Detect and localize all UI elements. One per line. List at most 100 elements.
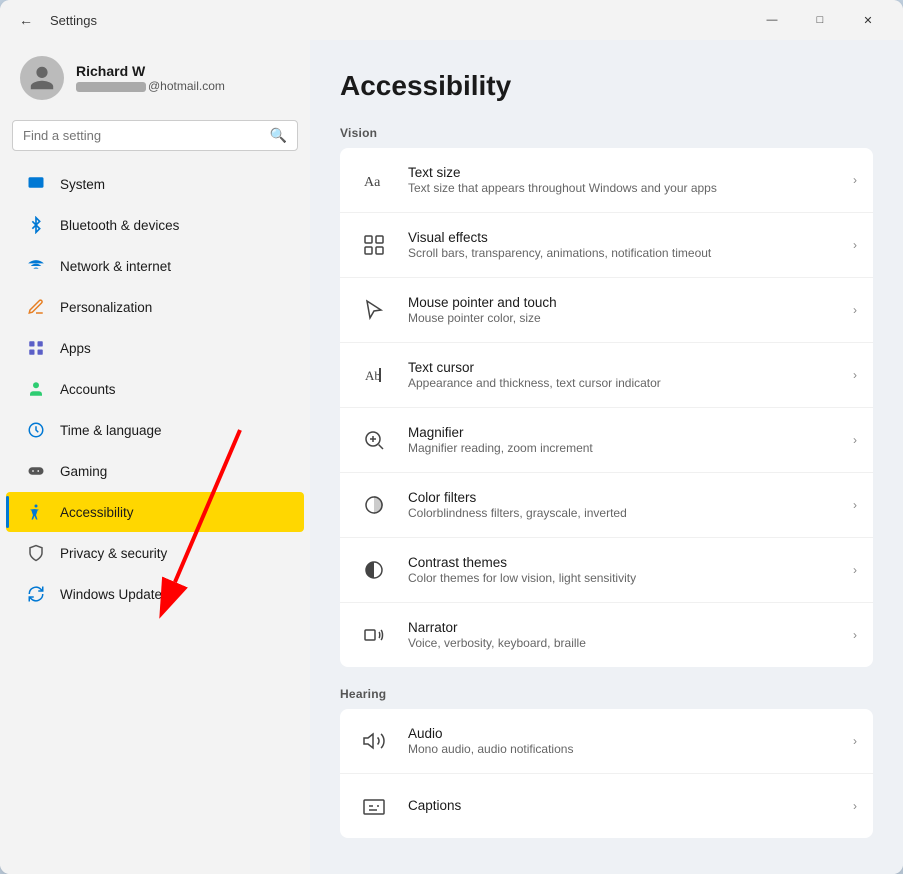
- text-size-text: Text size Text size that appears through…: [408, 165, 837, 195]
- search-icon: 🔍: [270, 127, 287, 144]
- sidebar-item-accessibility-label: Accessibility: [60, 505, 134, 520]
- sidebar-item-privacy[interactable]: Privacy & security: [6, 533, 304, 573]
- sidebar-nav: System Bluetooth & devices Network & int…: [0, 163, 310, 615]
- sidebar-item-apps-label: Apps: [60, 341, 91, 356]
- narrator-chevron: ›: [853, 628, 857, 642]
- close-button[interactable]: ✕: [845, 4, 891, 36]
- narrator-title: Narrator: [408, 620, 837, 635]
- personalization-icon: [26, 297, 46, 317]
- title-bar-left: ← Settings: [12, 6, 749, 34]
- search-box[interactable]: 🔍: [12, 120, 298, 151]
- accounts-icon: [26, 379, 46, 399]
- mouse-pointer-desc: Mouse pointer color, size: [408, 311, 837, 325]
- privacy-icon: [26, 543, 46, 563]
- text-cursor-title: Text cursor: [408, 360, 837, 375]
- sidebar-item-privacy-label: Privacy & security: [60, 546, 167, 561]
- color-filters-title: Color filters: [408, 490, 837, 505]
- contrast-themes-title: Contrast themes: [408, 555, 837, 570]
- magnifier-desc: Magnifier reading, zoom increment: [408, 441, 837, 455]
- user-email: @hotmail.com: [76, 79, 225, 93]
- sidebar-item-gaming[interactable]: Gaming: [6, 451, 304, 491]
- audio-chevron: ›: [853, 734, 857, 748]
- settings-item-contrast-themes[interactable]: Contrast themes Color themes for low vis…: [340, 538, 873, 603]
- sidebar-item-accessibility[interactable]: Accessibility: [6, 492, 304, 532]
- sidebar-item-network[interactable]: Network & internet: [6, 246, 304, 286]
- color-filters-text: Color filters Colorblindness filters, gr…: [408, 490, 837, 520]
- visual-effects-title: Visual effects: [408, 230, 837, 245]
- vision-section-label: Vision: [340, 126, 873, 140]
- svg-text:Ab: Ab: [365, 368, 381, 383]
- settings-item-narrator[interactable]: Narrator Voice, verbosity, keyboard, bra…: [340, 603, 873, 667]
- text-size-title: Text size: [408, 165, 837, 180]
- captions-title: Captions: [408, 798, 837, 813]
- contrast-themes-chevron: ›: [853, 563, 857, 577]
- audio-text: Audio Mono audio, audio notifications: [408, 726, 837, 756]
- minimize-button[interactable]: —: [749, 4, 795, 36]
- sidebar-item-network-label: Network & internet: [60, 259, 171, 274]
- window-controls: — □ ✕: [749, 4, 891, 36]
- search-input[interactable]: [23, 128, 262, 143]
- captions-text: Captions: [408, 798, 837, 814]
- user-info: Richard W @hotmail.com: [76, 63, 225, 93]
- visual-effects-desc: Scroll bars, transparency, animations, n…: [408, 246, 837, 260]
- visual-effects-text: Visual effects Scroll bars, transparency…: [408, 230, 837, 260]
- settings-item-visual-effects[interactable]: Visual effects Scroll bars, transparency…: [340, 213, 873, 278]
- text-size-icon: Aa: [356, 162, 392, 198]
- settings-item-text-cursor[interactable]: Ab Text cursor Appearance and thickness,…: [340, 343, 873, 408]
- magnifier-text: Magnifier Magnifier reading, zoom increm…: [408, 425, 837, 455]
- content-area: Richard W @hotmail.com 🔍 System: [0, 40, 903, 874]
- update-icon: [26, 584, 46, 604]
- sidebar: Richard W @hotmail.com 🔍 System: [0, 40, 310, 874]
- sidebar-item-apps[interactable]: Apps: [6, 328, 304, 368]
- sidebar-item-update[interactable]: Windows Update: [6, 574, 304, 614]
- settings-item-audio[interactable]: Audio Mono audio, audio notifications ›: [340, 709, 873, 774]
- magnifier-title: Magnifier: [408, 425, 837, 440]
- text-cursor-chevron: ›: [853, 368, 857, 382]
- settings-item-color-filters[interactable]: Color filters Colorblindness filters, gr…: [340, 473, 873, 538]
- narrator-text: Narrator Voice, verbosity, keyboard, bra…: [408, 620, 837, 650]
- back-button[interactable]: ←: [12, 6, 40, 34]
- captions-chevron: ›: [853, 799, 857, 813]
- color-filters-icon: [356, 487, 392, 523]
- text-size-desc: Text size that appears throughout Window…: [408, 181, 837, 195]
- mouse-pointer-title: Mouse pointer and touch: [408, 295, 837, 310]
- sidebar-item-time-label: Time & language: [60, 423, 162, 438]
- mouse-pointer-chevron: ›: [853, 303, 857, 317]
- color-filters-desc: Colorblindness filters, grayscale, inver…: [408, 506, 837, 520]
- sidebar-item-system[interactable]: System: [6, 164, 304, 204]
- sidebar-item-personalization-label: Personalization: [60, 300, 152, 315]
- bluetooth-icon: [26, 215, 46, 235]
- sidebar-item-update-label: Windows Update: [60, 587, 162, 602]
- captions-icon: [356, 788, 392, 824]
- gaming-icon: [26, 461, 46, 481]
- sidebar-item-accounts[interactable]: Accounts: [6, 369, 304, 409]
- sidebar-item-bluetooth-label: Bluetooth & devices: [60, 218, 179, 233]
- settings-item-captions[interactable]: Captions ›: [340, 774, 873, 838]
- settings-window: ← Settings — □ ✕: [0, 0, 903, 874]
- visual-effects-icon: [356, 227, 392, 263]
- sidebar-item-bluetooth[interactable]: Bluetooth & devices: [6, 205, 304, 245]
- sidebar-item-personalization[interactable]: Personalization: [6, 287, 304, 327]
- contrast-themes-desc: Color themes for low vision, light sensi…: [408, 571, 837, 585]
- main-content: Accessibility Vision Aa Text size Text s…: [310, 40, 903, 874]
- text-size-chevron: ›: [853, 173, 857, 187]
- email-blur: [76, 82, 146, 92]
- sidebar-item-accounts-label: Accounts: [60, 382, 116, 397]
- audio-desc: Mono audio, audio notifications: [408, 742, 837, 756]
- settings-item-mouse-pointer[interactable]: Mouse pointer and touch Mouse pointer co…: [340, 278, 873, 343]
- mouse-pointer-text: Mouse pointer and touch Mouse pointer co…: [408, 295, 837, 325]
- hearing-settings-group: Audio Mono audio, audio notifications › …: [340, 709, 873, 838]
- system-icon: [26, 174, 46, 194]
- audio-icon: [356, 723, 392, 759]
- settings-item-text-size[interactable]: Aa Text size Text size that appears thro…: [340, 148, 873, 213]
- text-cursor-icon: Ab: [356, 357, 392, 393]
- title-bar: ← Settings — □ ✕: [0, 0, 903, 40]
- visual-effects-chevron: ›: [853, 238, 857, 252]
- magnifier-icon: [356, 422, 392, 458]
- settings-item-magnifier[interactable]: Magnifier Magnifier reading, zoom increm…: [340, 408, 873, 473]
- text-cursor-text: Text cursor Appearance and thickness, te…: [408, 360, 837, 390]
- sidebar-item-time[interactable]: Time & language: [6, 410, 304, 450]
- user-profile: Richard W @hotmail.com: [0, 40, 310, 120]
- text-cursor-desc: Appearance and thickness, text cursor in…: [408, 376, 837, 390]
- maximize-button[interactable]: □: [797, 4, 843, 36]
